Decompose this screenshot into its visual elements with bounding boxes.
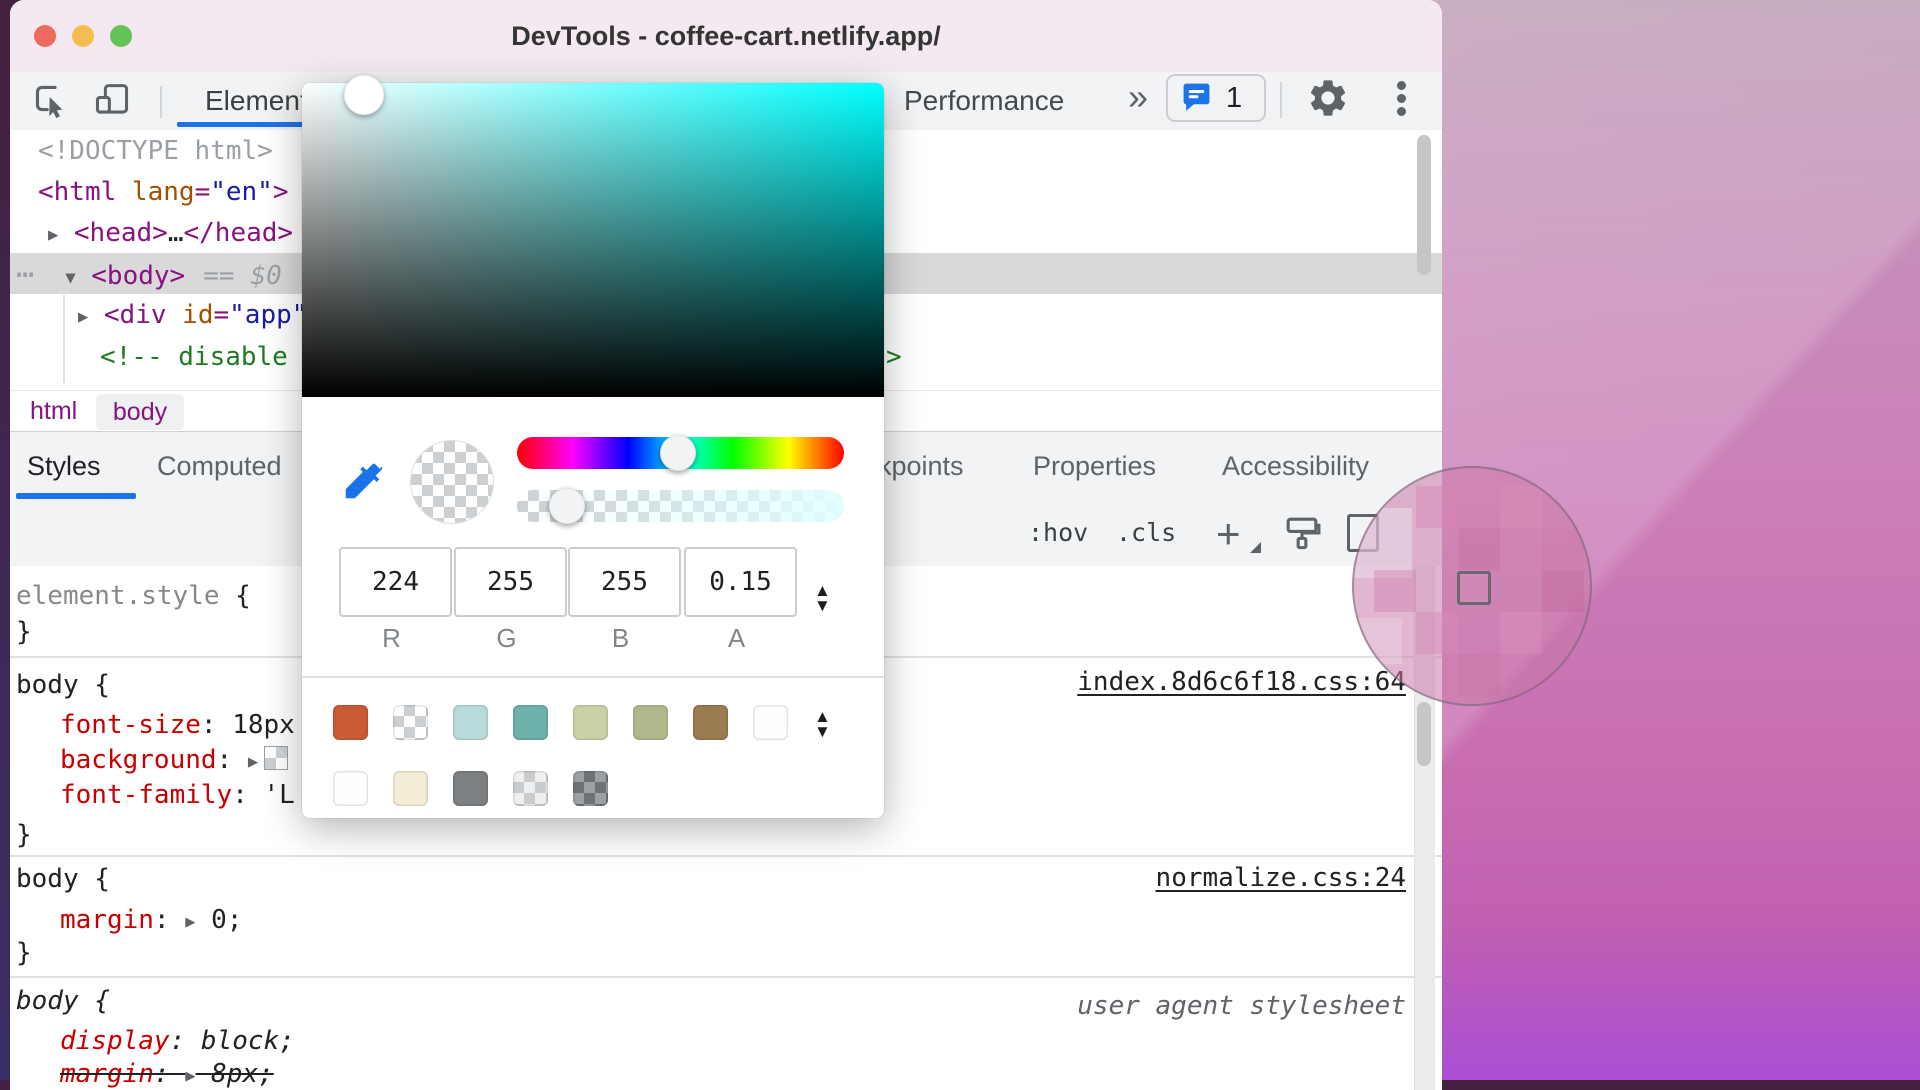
toolbar-divider bbox=[160, 86, 162, 118]
color-swatch[interactable] bbox=[264, 746, 289, 770]
palette-swatch[interactable] bbox=[453, 705, 488, 740]
tab-properties[interactable]: Properties bbox=[1033, 432, 1156, 501]
indent-guide bbox=[63, 295, 65, 383]
device-toolbar-icon[interactable] bbox=[92, 81, 132, 118]
palette-swatch[interactable] bbox=[333, 705, 368, 740]
styles-tab-underline bbox=[16, 493, 136, 499]
dollar-zero-ref: $0 bbox=[250, 261, 282, 291]
disclosure-closed-icon[interactable]: ▶ bbox=[78, 297, 88, 338]
more-tabs-chevron-icon[interactable]: » bbox=[1128, 76, 1148, 118]
new-rule-dropdown-icon[interactable] bbox=[1250, 542, 1261, 553]
tab-performance[interactable]: Performance bbox=[904, 81, 1064, 121]
rule2-source-link[interactable]: normalize.css:24 bbox=[1156, 861, 1406, 896]
hue-slider-handle[interactable] bbox=[660, 435, 696, 471]
toggle-element-classes[interactable]: .cls bbox=[1116, 500, 1176, 566]
issues-button[interactable]: 1 bbox=[1166, 74, 1266, 122]
styles-scrollbar-thumb[interactable] bbox=[1417, 702, 1431, 766]
palette-swatch[interactable] bbox=[633, 705, 668, 740]
expand-value-icon: ▶ bbox=[185, 1066, 196, 1086]
rule-close-brace: } bbox=[16, 617, 32, 647]
rule3-prop-display[interactable]: display: block; bbox=[60, 1024, 295, 1059]
eyedropper-icon[interactable] bbox=[340, 458, 386, 504]
dom-node-doctype[interactable]: <!DOCTYPE html> bbox=[38, 131, 273, 172]
toggle-hover-state[interactable]: :hov bbox=[1028, 500, 1088, 566]
palette-swatch[interactable] bbox=[513, 771, 548, 806]
palette-swatch[interactable] bbox=[333, 771, 368, 806]
expand-value-icon[interactable]: ▶ bbox=[185, 905, 195, 940]
toolbar-divider bbox=[1280, 82, 1282, 118]
palette-swatch[interactable] bbox=[453, 771, 488, 806]
current-color-swatch[interactable] bbox=[410, 440, 494, 524]
tab-computed[interactable]: Computed bbox=[157, 432, 282, 501]
rule-divider bbox=[10, 855, 1442, 857]
elements-scrollbar-thumb[interactable] bbox=[1417, 135, 1431, 275]
alpha-label: A bbox=[727, 623, 746, 653]
color-picker-dialog: R G B A ▲▼ ▲▼ bbox=[302, 75, 884, 818]
picker-divider bbox=[302, 676, 884, 678]
kebab-menu-icon[interactable] bbox=[1397, 77, 1406, 120]
green-value-input[interactable] bbox=[454, 547, 567, 617]
tab-styles[interactable]: Styles bbox=[27, 432, 101, 501]
window-title: DevTools - coffee-cart.netlify.app/ bbox=[511, 21, 941, 51]
red-label: R bbox=[382, 623, 401, 653]
dom-node-head[interactable]: ▶ <head>…</head> bbox=[48, 213, 293, 254]
new-style-rule-button[interactable]: + bbox=[1216, 506, 1241, 566]
palette-swatch[interactable] bbox=[693, 705, 728, 740]
magnifier-target-pixel bbox=[1457, 571, 1491, 605]
green-label: G bbox=[496, 623, 517, 653]
palette-swatch[interactable] bbox=[753, 705, 788, 740]
rule3-source-note: user agent stylesheet bbox=[1077, 991, 1406, 1021]
rule3-prop-margin[interactable]: margin: ▶ 8px; bbox=[60, 1057, 274, 1090]
rule3-selector[interactable]: body { bbox=[16, 984, 110, 1019]
rule-divider bbox=[10, 976, 1442, 978]
inspect-element-icon[interactable] bbox=[30, 80, 68, 118]
rule1-prop-font-family[interactable]: font-family: 'L bbox=[60, 778, 295, 813]
tab-accessibility[interactable]: Accessibility bbox=[1222, 432, 1369, 501]
node-more-actions-icon[interactable]: ⋯ bbox=[16, 257, 34, 292]
eyedropper-magnifier bbox=[1352, 466, 1592, 706]
rendering-emulation-icon[interactable] bbox=[1282, 513, 1322, 553]
blue-label: B bbox=[611, 623, 630, 653]
breadcrumb-item-body[interactable]: body bbox=[96, 394, 184, 430]
breadcrumb-item-html[interactable]: html bbox=[30, 391, 77, 432]
dom-node-comment[interactable]: <!-- disable bbox=[100, 337, 288, 378]
rule2-selector[interactable]: body { bbox=[16, 862, 110, 897]
palette-swatch[interactable] bbox=[513, 705, 548, 740]
alpha-slider-handle[interactable] bbox=[549, 488, 585, 524]
palette-swatch[interactable] bbox=[573, 705, 608, 740]
disclosure-closed-icon[interactable]: ▶ bbox=[48, 215, 58, 256]
color-format-spinner[interactable]: ▲ ▼ bbox=[814, 582, 831, 614]
rule-close-brace: } bbox=[16, 938, 32, 968]
saturation-value-field[interactable] bbox=[302, 83, 884, 397]
rule1-prop-background[interactable]: background: ▶ bbox=[60, 743, 289, 780]
red-value-input[interactable] bbox=[339, 547, 452, 617]
dom-comment-tail: > bbox=[886, 342, 902, 372]
rule1-source-link[interactable]: index.8d6c6f18.css:64 bbox=[1077, 665, 1406, 700]
issues-count: 1 bbox=[1226, 82, 1243, 114]
rule1-prop-font-size[interactable]: font-size: 18px bbox=[60, 708, 295, 743]
dom-node-body[interactable]: ⋯ ▼ <body> == $0 bbox=[16, 254, 282, 295]
expand-value-icon[interactable]: ▶ bbox=[248, 745, 258, 780]
palette-swatch[interactable] bbox=[573, 771, 608, 806]
rule2-prop-margin[interactable]: margin: ▶ 0; bbox=[60, 903, 242, 938]
dom-node-div-app[interactable]: ▶ <div id="app" bbox=[78, 295, 307, 336]
settings-gear-icon[interactable] bbox=[1306, 76, 1350, 120]
rule1-selector[interactable]: body { bbox=[16, 668, 110, 703]
palette-swatch[interactable] bbox=[393, 771, 428, 806]
chat-bubble-icon bbox=[1180, 81, 1213, 112]
rule-element-style[interactable]: element.style { bbox=[16, 579, 251, 614]
tab-breakpoints-fragment[interactable]: kpoints bbox=[878, 432, 964, 501]
window-titlebar: DevTools - coffee-cart.netlify.app/ bbox=[10, 0, 1442, 73]
dom-node-html[interactable]: <html lang="en"> bbox=[38, 172, 289, 213]
palette-swatch[interactable] bbox=[393, 705, 428, 740]
disclosure-open-icon[interactable]: ▼ bbox=[65, 258, 75, 299]
rule-close-brace: } bbox=[16, 820, 32, 850]
alpha-value-input[interactable] bbox=[684, 547, 797, 617]
saturation-value-handle[interactable] bbox=[344, 75, 384, 115]
palette-pager-spinner[interactable]: ▲ ▼ bbox=[814, 708, 831, 740]
blue-value-input[interactable] bbox=[568, 547, 681, 617]
